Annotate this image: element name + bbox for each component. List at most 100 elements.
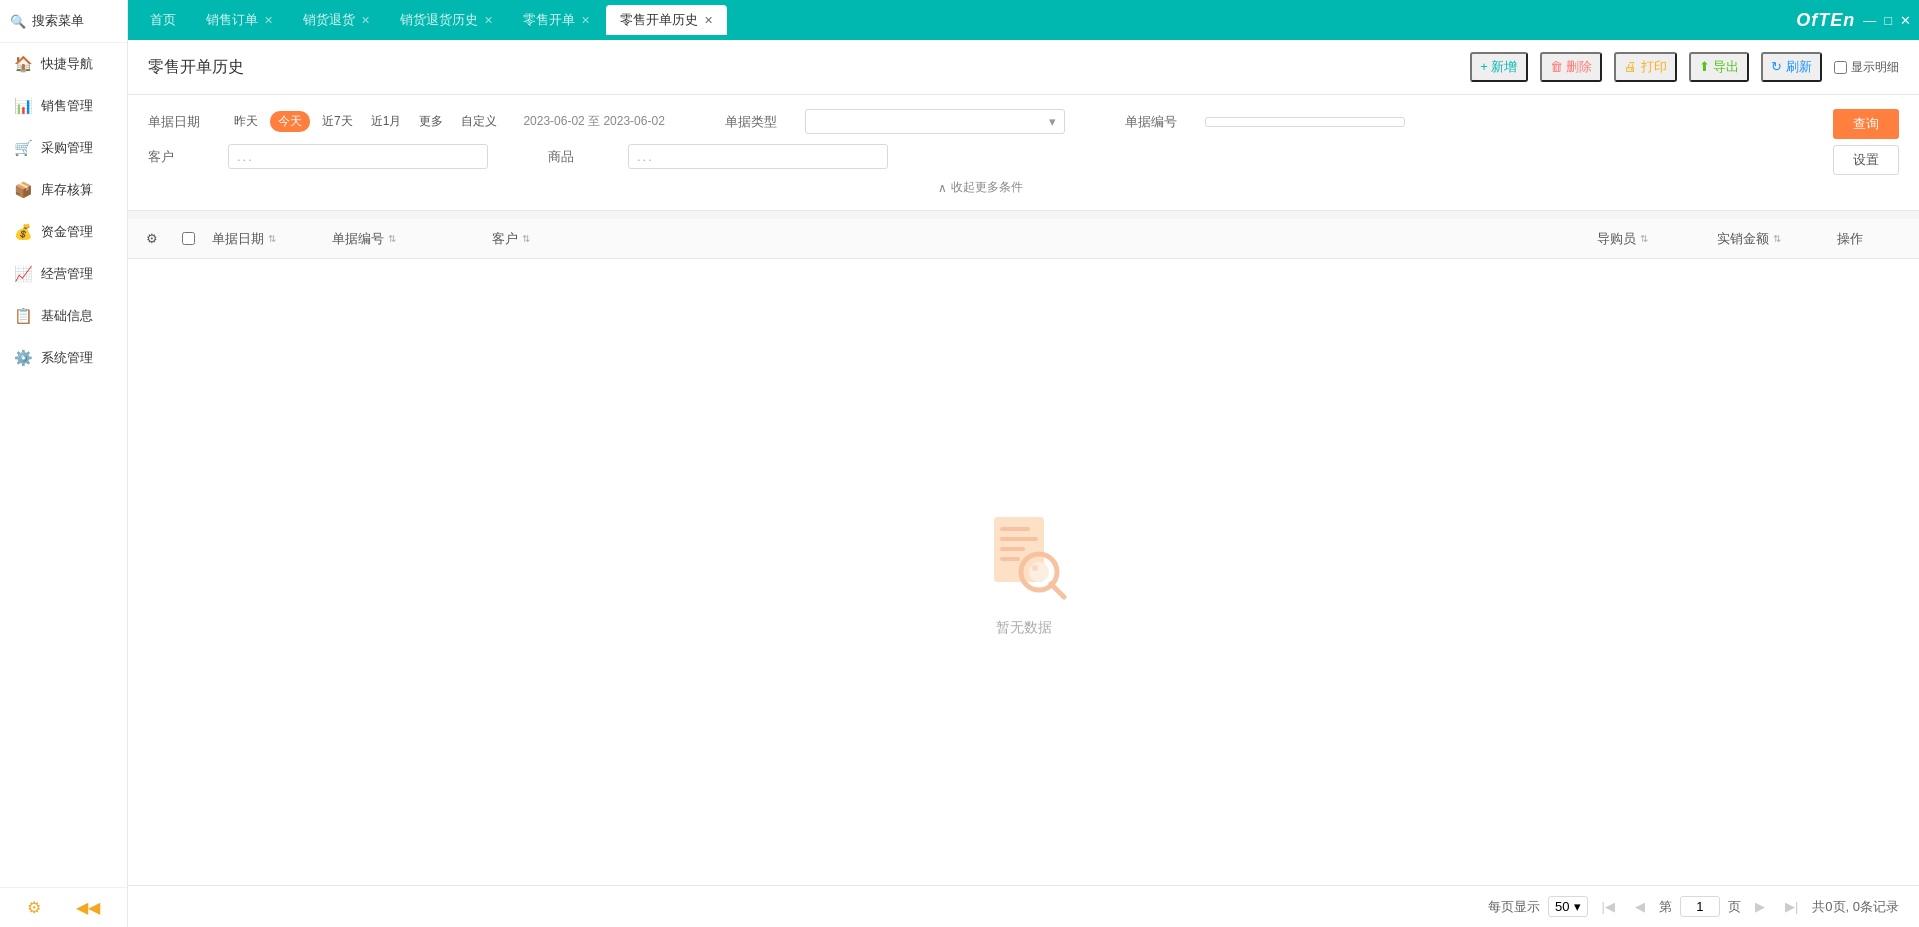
settings-footer-btn[interactable]: ⚙: [27, 898, 41, 917]
page-next-btn[interactable]: ▶: [1749, 897, 1771, 916]
th-action-label: 操作: [1837, 230, 1863, 248]
th-date[interactable]: 单据日期 ⇅: [204, 230, 324, 248]
date-btn-7days[interactable]: 近7天: [316, 111, 359, 132]
tab-sales-return-history[interactable]: 销货退货历史✕: [386, 5, 507, 35]
pagination: 每页显示 50 ▾ |◀ ◀ 第 页 ▶ ▶| 共0页, 0条记录: [128, 885, 1919, 927]
sidebar-label-quick-nav: 快捷导航: [41, 55, 93, 73]
th-guide-sort-icon: ⇅: [1640, 233, 1648, 244]
page-header: 零售开单历史 + 新增 🗑 删除 🖨 打印 ⬆ 导出 ↻ 刷新 显示明细: [128, 40, 1919, 95]
empty-icon: [974, 507, 1074, 607]
sidebar-item-purchase-mgmt[interactable]: 🛒 采购管理: [0, 127, 127, 169]
tab-sales-return[interactable]: 销货退货✕: [289, 5, 384, 35]
page-last-btn[interactable]: ▶|: [1779, 897, 1804, 916]
date-btn-1month[interactable]: 近1月: [365, 111, 408, 132]
order-num-label: 单据编号: [1125, 113, 1185, 131]
sidebar-label-inventory: 库存核算: [41, 181, 93, 199]
date-btn-more[interactable]: 更多: [413, 111, 449, 132]
tab-close-retail-open-history[interactable]: ✕: [704, 14, 713, 27]
delete-button[interactable]: 🗑 删除: [1540, 52, 1603, 82]
export-button[interactable]: ⬆ 导出: [1689, 52, 1750, 82]
tab-retail-open-history[interactable]: 零售开单历史 ✕: [606, 5, 727, 35]
th-customer-label: 客户: [492, 230, 518, 248]
sidebar-item-quick-nav[interactable]: 🏠快捷导航: [0, 43, 127, 85]
order-type-label: 单据类型: [725, 113, 785, 131]
select-all-checkbox[interactable]: [182, 232, 195, 245]
table-header: ⚙ 单据日期 ⇅ 单据编号 ⇅ 客户 ⇅ 导购员 ⇅: [128, 219, 1919, 259]
sidebar-label-sales-mgmt: 销售管理: [41, 97, 93, 115]
window-max-btn[interactable]: □: [1884, 13, 1892, 28]
sidebar-label-basic-info: 基础信息: [41, 307, 93, 325]
add-button[interactable]: + 新增: [1470, 52, 1527, 82]
page-first-btn[interactable]: |◀: [1596, 897, 1621, 916]
tab-close-sales-return-history[interactable]: ✕: [484, 14, 493, 27]
th-ordernum[interactable]: 单据编号 ⇅: [324, 230, 484, 248]
sidebar-item-basic-info[interactable]: 📋基础信息: [0, 295, 127, 337]
page-number-input[interactable]: [1680, 896, 1720, 917]
refresh-button[interactable]: ↻ 刷新: [1761, 52, 1822, 82]
th-customer[interactable]: 客户 ⇅: [484, 230, 1589, 248]
collapse-footer-btn[interactable]: ◀◀: [76, 898, 100, 917]
display-detail-label[interactable]: 显示明细: [1834, 59, 1899, 76]
order-num-input[interactable]: [1205, 117, 1405, 127]
table-section: ⚙ 单据日期 ⇅ 单据编号 ⇅ 客户 ⇅ 导购员 ⇅: [128, 219, 1919, 927]
th-guide-label: 导购员: [1597, 230, 1636, 248]
th-amount-sort-icon: ⇅: [1773, 233, 1781, 244]
date-btn-custom[interactable]: 自定义: [455, 111, 503, 132]
sidebar-search[interactable]: 🔍 搜索菜单: [0, 0, 127, 43]
customer-input[interactable]: ...: [228, 144, 488, 169]
date-label: 单据日期: [148, 113, 208, 131]
page-size-value: 50: [1555, 899, 1569, 914]
tab-close-sales-order[interactable]: ✕: [264, 14, 273, 27]
sidebar-item-sales-mgmt[interactable]: 📊销售管理: [0, 85, 127, 127]
page-suffix-label: 页: [1728, 898, 1741, 916]
filter-row-1: 单据日期 昨天 今天 近7天 近1月 更多 自定义 2023-06-02 至 2…: [148, 109, 1813, 134]
svg-point-7: [1029, 562, 1049, 582]
query-button[interactable]: 查询: [1833, 109, 1899, 139]
customer-label: 客户: [148, 148, 208, 166]
order-type-select[interactable]: ▾: [805, 109, 1065, 134]
th-ordernum-label: 单据编号: [332, 230, 384, 248]
tab-label-sales-order: 销售订单: [206, 11, 258, 29]
filter-settings-button[interactable]: 设置: [1833, 145, 1899, 175]
tab-label-home: 首页: [150, 11, 176, 29]
sidebar-icon-sys-mgmt: ⚙️: [14, 349, 33, 367]
sidebar-icon-purchase-mgmt: 🛒: [14, 139, 33, 157]
tab-retail-open[interactable]: 零售开单✕: [509, 5, 604, 35]
page-title: 零售开单历史: [148, 57, 244, 78]
toolbar: + 新增 🗑 删除 🖨 打印 ⬆ 导出 ↻ 刷新 显示明细: [1470, 52, 1899, 82]
window-min-btn[interactable]: —: [1863, 13, 1876, 28]
th-guide[interactable]: 导购员 ⇅: [1589, 230, 1709, 248]
print-button[interactable]: 🖨 打印: [1614, 52, 1677, 82]
window-close-btn[interactable]: ✕: [1900, 13, 1911, 28]
filter-row-2: 客户 ... 商品 ...: [148, 144, 1813, 169]
tab-close-sales-return[interactable]: ✕: [361, 14, 370, 27]
svg-rect-1: [1000, 527, 1030, 531]
th-settings[interactable]: ⚙: [138, 231, 174, 246]
page-size-select[interactable]: 50 ▾: [1548, 896, 1587, 917]
tab-close-retail-open[interactable]: ✕: [581, 14, 590, 27]
sidebar-item-sys-mgmt[interactable]: ⚙️系统管理: [0, 337, 127, 379]
tab-label-retail-open-history: 零售开单历史: [620, 11, 698, 29]
sidebar-icon-finance: 💰: [14, 223, 33, 241]
empty-text: 暂无数据: [996, 619, 1052, 637]
date-btn-yesterday[interactable]: 昨天: [228, 111, 264, 132]
goods-input[interactable]: ...: [628, 144, 888, 169]
sidebar: 🔍 搜索菜单 🏠快捷导航📊销售管理 🛒 采购管理 📦 库存核算 💰资金管理📈经营管理📋基础…: [0, 0, 128, 927]
tab-sales-order[interactable]: 销售订单 ✕: [192, 5, 287, 35]
page-prev-btn[interactable]: ◀: [1629, 897, 1651, 916]
th-date-sort-icon: ⇅: [268, 233, 276, 244]
th-date-label: 单据日期: [212, 230, 264, 248]
date-btn-today[interactable]: 今天: [270, 111, 310, 132]
sidebar-item-inventory[interactable]: 📦 库存核算: [0, 169, 127, 211]
sidebar-icon-inventory: 📦: [14, 181, 33, 199]
th-amount[interactable]: 实销金额 ⇅: [1709, 230, 1829, 248]
sidebar-label-purchase-mgmt: 采购管理: [41, 139, 93, 157]
display-detail-checkbox[interactable]: [1834, 61, 1847, 74]
page-total-label: 共0页, 0条记录: [1812, 898, 1899, 916]
sidebar-item-operations[interactable]: 📈经营管理: [0, 253, 127, 295]
collapse-btn[interactable]: ∧ 收起更多条件: [148, 179, 1813, 196]
tab-home[interactable]: 首页: [136, 5, 190, 35]
content-area: 零售开单历史 + 新增 🗑 删除 🖨 打印 ⬆ 导出 ↻ 刷新 显示明细 单据: [128, 40, 1919, 927]
th-checkbox[interactable]: [174, 232, 204, 245]
sidebar-item-finance[interactable]: 💰资金管理: [0, 211, 127, 253]
